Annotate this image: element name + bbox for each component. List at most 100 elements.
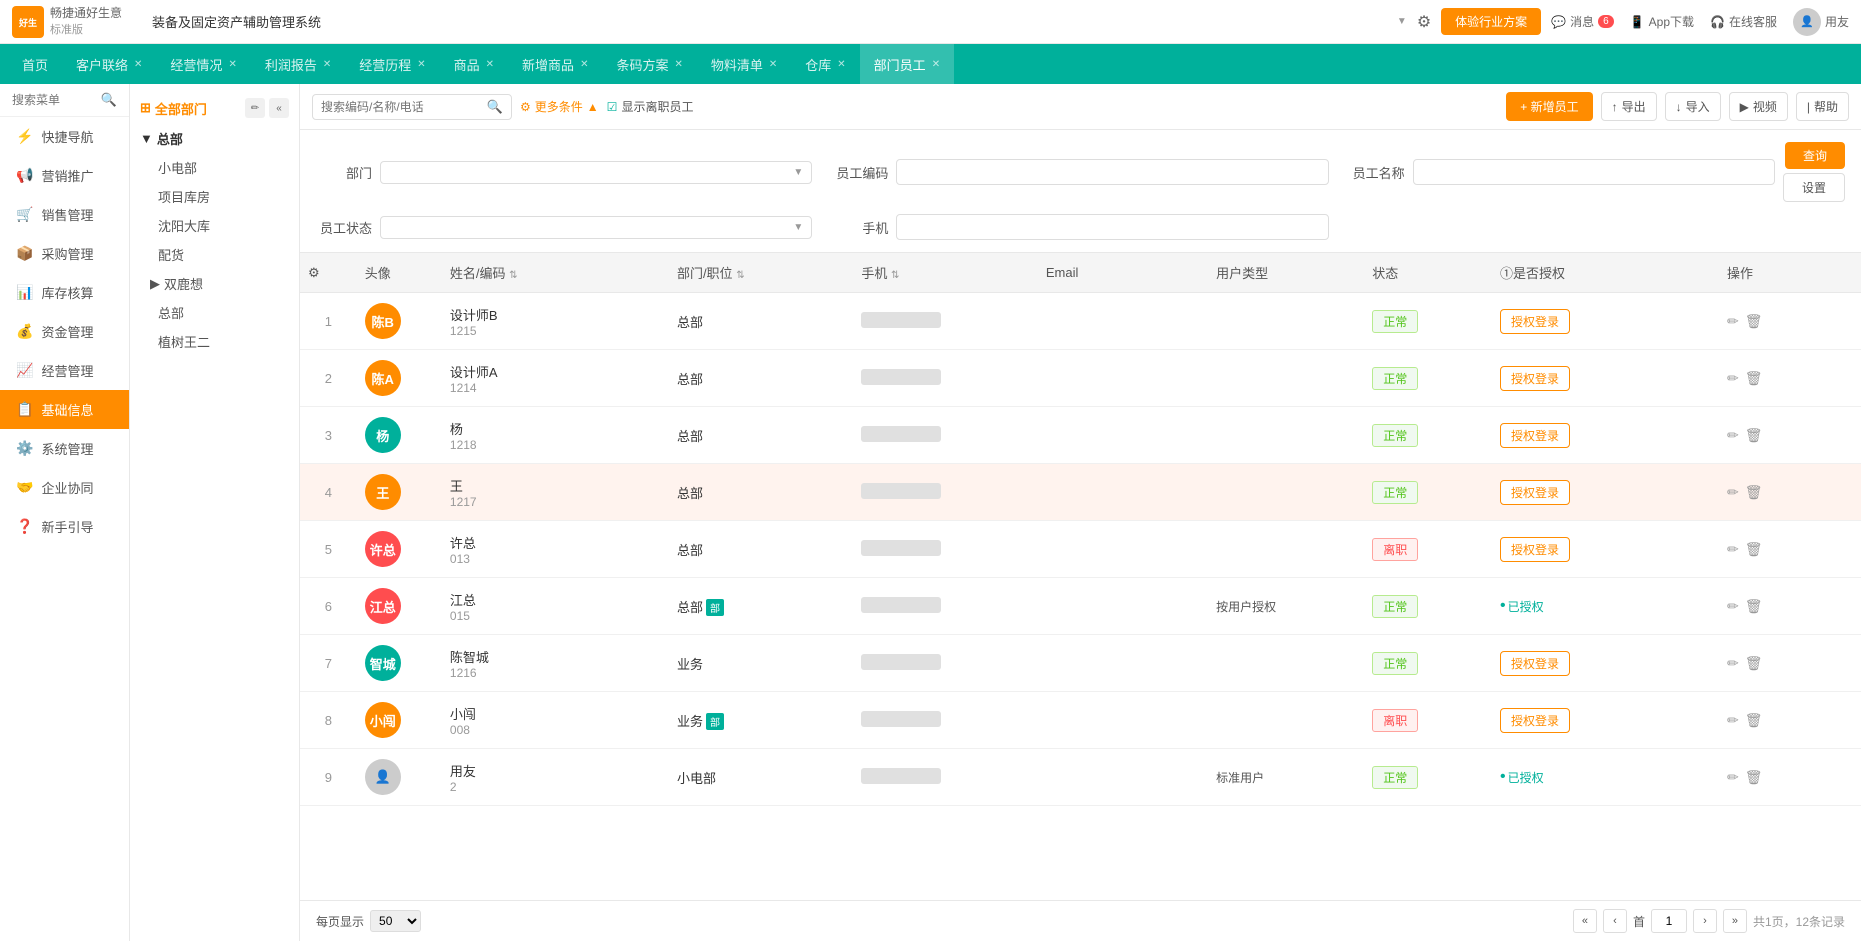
- import-btn[interactable]: ↓ 导入: [1665, 92, 1721, 121]
- help-btn[interactable]: | 帮助: [1796, 92, 1849, 121]
- tree-item-zongbu[interactable]: 总部: [130, 298, 299, 327]
- close-icon[interactable]: ✕: [417, 59, 425, 70]
- tree-item-root[interactable]: ▼ 总部: [130, 124, 299, 153]
- close-icon[interactable]: ✕: [134, 59, 142, 70]
- tab-home[interactable]: 首页: [8, 44, 62, 84]
- auth-login-btn[interactable]: 授权登录: [1500, 309, 1570, 334]
- auth-login-btn[interactable]: 授权登录: [1500, 537, 1570, 562]
- try-btn[interactable]: 体验行业方案: [1441, 8, 1541, 35]
- auth-login-btn[interactable]: 授权登录: [1500, 480, 1570, 505]
- dept-filter-select[interactable]: ▼: [380, 161, 812, 184]
- close-icon[interactable]: ✕: [932, 59, 940, 70]
- app-download-action[interactable]: 📱 App下载: [1630, 13, 1694, 30]
- sidebar-item-purchase[interactable]: 📦 采购管理: [0, 234, 129, 273]
- page-input[interactable]: [1651, 909, 1687, 933]
- edit-icon[interactable]: ✏: [1727, 712, 1739, 729]
- edit-icon[interactable]: ✏: [1727, 598, 1739, 615]
- close-icon[interactable]: ✕: [486, 59, 494, 70]
- close-icon[interactable]: ✕: [769, 59, 777, 70]
- tree-item-delivery[interactable]: 配货: [130, 240, 299, 269]
- delete-icon[interactable]: 🗑: [1745, 598, 1763, 615]
- tree-item-project[interactable]: 项目库房: [130, 182, 299, 211]
- tab-goods[interactable]: 商品 ✕: [440, 44, 508, 84]
- per-page-select[interactable]: 50 20 100: [370, 910, 421, 932]
- auth-login-btn[interactable]: 授权登录: [1500, 651, 1570, 676]
- edit-icon[interactable]: ✏: [1727, 484, 1739, 501]
- add-employee-btn[interactable]: + 新增员工: [1506, 92, 1592, 121]
- edit-icon[interactable]: ✏: [1727, 541, 1739, 558]
- prev-page-btn[interactable]: ‹: [1603, 909, 1627, 933]
- phone-input[interactable]: [896, 214, 1328, 240]
- emp-code-input[interactable]: [896, 159, 1328, 185]
- export-btn[interactable]: ↑ 导出: [1601, 92, 1657, 121]
- delete-icon[interactable]: 🗑: [1745, 313, 1763, 330]
- first-page-btn[interactable]: «: [1573, 909, 1597, 933]
- all-dept-label[interactable]: ⊞ 全部部门: [140, 99, 207, 118]
- sidebar-item-nav[interactable]: ⚡ 快捷导航: [0, 117, 129, 156]
- set-btn[interactable]: 设置: [1783, 173, 1845, 202]
- sidebar-search-box[interactable]: 🔍: [0, 84, 129, 117]
- tree-item-zhishu[interactable]: 植树王二: [130, 327, 299, 356]
- tree-item-xiaodian[interactable]: 小电部: [130, 153, 299, 182]
- edit-icon[interactable]: ✏: [1727, 655, 1739, 672]
- sidebar-item-finance[interactable]: 💰 资金管理: [0, 312, 129, 351]
- sidebar-item-guide[interactable]: ❓ 新手引导: [0, 507, 129, 546]
- edit-icon[interactable]: ✏: [1727, 313, 1739, 330]
- search-box[interactable]: 🔍: [312, 94, 512, 120]
- delete-icon[interactable]: 🗑: [1745, 712, 1763, 729]
- settings-icon[interactable]: ⚙: [1417, 12, 1431, 32]
- close-icon[interactable]: ✕: [837, 59, 845, 70]
- tab-warehouse[interactable]: 仓库 ✕: [791, 44, 859, 84]
- tab-history[interactable]: 经营历程 ✕: [345, 44, 439, 84]
- col-name[interactable]: 姓名/编码 ⇅: [442, 253, 669, 293]
- edit-icon[interactable]: ✏: [1727, 370, 1739, 387]
- sidebar-search-input[interactable]: [12, 93, 95, 107]
- last-page-btn[interactable]: »: [1723, 909, 1747, 933]
- edit-icon[interactable]: ✏: [1727, 427, 1739, 444]
- tree-item-shenyang[interactable]: 沈阳大库: [130, 211, 299, 240]
- close-icon[interactable]: ✕: [323, 59, 331, 70]
- auth-login-btn[interactable]: 授权登录: [1500, 366, 1570, 391]
- delete-icon[interactable]: 🗑: [1745, 655, 1763, 672]
- message-action[interactable]: 💬 消息 6: [1551, 13, 1614, 30]
- tree-edit-btn[interactable]: ✏: [245, 98, 265, 118]
- status-filter-select[interactable]: ▼: [380, 216, 812, 239]
- delete-icon[interactable]: 🗑: [1745, 370, 1763, 387]
- tree-collapse-btn[interactable]: «: [269, 98, 289, 118]
- sidebar-item-sales[interactable]: 🛒 销售管理: [0, 195, 129, 234]
- tab-barcode[interactable]: 条码方案 ✕: [602, 44, 696, 84]
- sidebar-item-basic[interactable]: 📋 基础信息: [0, 390, 129, 429]
- next-page-btn[interactable]: ›: [1693, 909, 1717, 933]
- sidebar-item-system[interactable]: ⚙️ 系统管理: [0, 429, 129, 468]
- delete-icon[interactable]: 🗑: [1745, 427, 1763, 444]
- tab-dept-staff[interactable]: 部门员工 ✕: [860, 44, 954, 84]
- col-dept[interactable]: 部门/职位 ⇅: [669, 253, 853, 293]
- emp-name-input[interactable]: [1413, 159, 1775, 185]
- sidebar-item-ops[interactable]: 📈 经营管理: [0, 351, 129, 390]
- close-icon[interactable]: ✕: [580, 59, 588, 70]
- tab-bom[interactable]: 物料清单 ✕: [697, 44, 791, 84]
- delete-icon[interactable]: 🗑: [1745, 769, 1763, 786]
- more-filter-btn[interactable]: ⚙ 更多条件 ▲: [520, 98, 599, 115]
- search-btn[interactable]: 查询: [1785, 142, 1845, 169]
- user-action[interactable]: 👤 用友: [1793, 8, 1849, 36]
- close-icon[interactable]: ✕: [228, 59, 236, 70]
- tab-profit[interactable]: 利润报告 ✕: [251, 44, 345, 84]
- show-departed-toggle[interactable]: ☑ 显示离职员工: [607, 98, 694, 115]
- search-input[interactable]: [321, 100, 483, 114]
- delete-icon[interactable]: 🗑: [1745, 484, 1763, 501]
- close-icon[interactable]: ✕: [674, 59, 682, 70]
- delete-icon[interactable]: 🗑: [1745, 541, 1763, 558]
- view-btn[interactable]: ▶ 视频: [1729, 92, 1788, 121]
- auth-login-btn[interactable]: 授权登录: [1500, 423, 1570, 448]
- tab-operations[interactable]: 经营情况 ✕: [156, 44, 250, 84]
- service-action[interactable]: 🎧 在线客服: [1710, 13, 1777, 30]
- sidebar-item-inventory[interactable]: 📊 库存核算: [0, 273, 129, 312]
- edit-icon[interactable]: ✏: [1727, 769, 1739, 786]
- col-phone[interactable]: 手机 ⇅: [853, 253, 1037, 293]
- col-settings[interactable]: ⚙: [300, 253, 357, 293]
- tab-add-goods[interactable]: 新增商品 ✕: [508, 44, 602, 84]
- auth-login-btn[interactable]: 授权登录: [1500, 708, 1570, 733]
- tab-customers[interactable]: 客户联络 ✕: [62, 44, 156, 84]
- tree-item-shuanglu[interactable]: ▶ 双鹿想: [130, 269, 299, 298]
